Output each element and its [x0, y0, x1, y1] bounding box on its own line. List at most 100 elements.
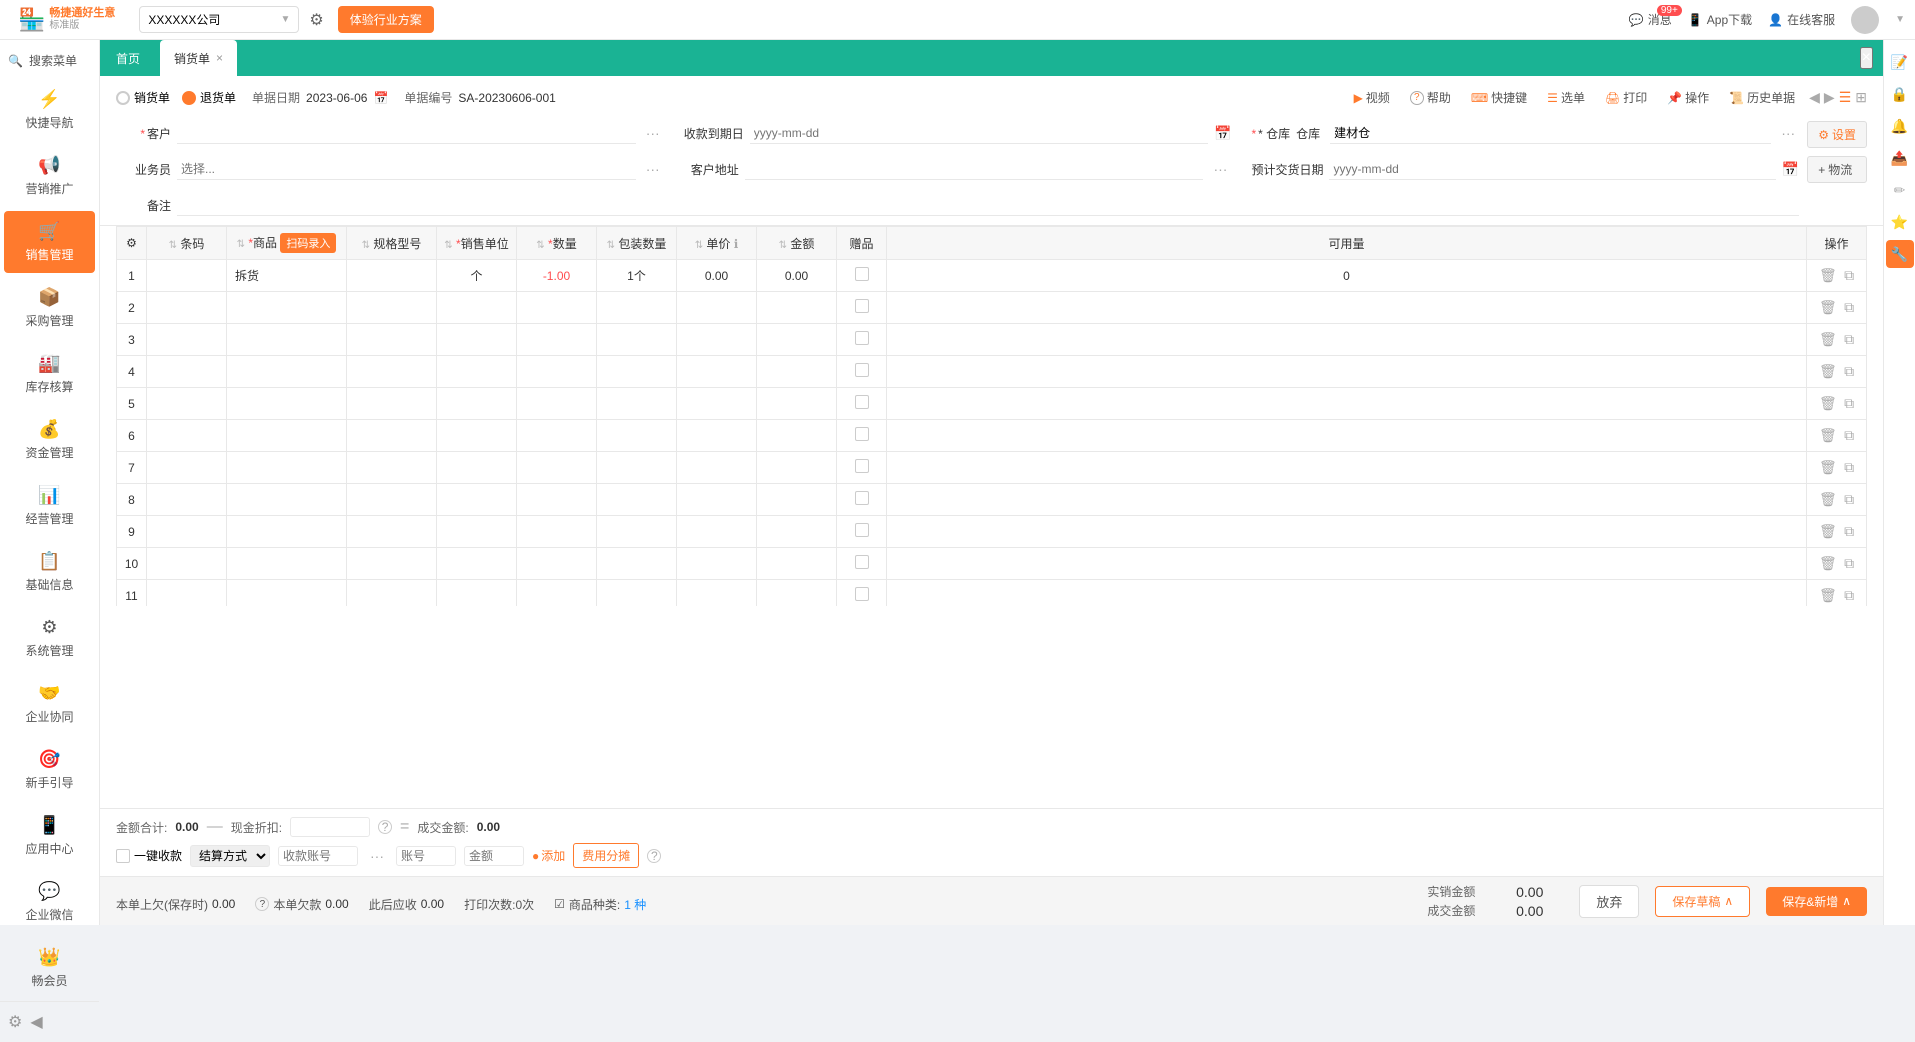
row-barcode-6[interactable] — [147, 452, 227, 484]
row-barcode-7[interactable] — [147, 484, 227, 516]
row-qty-4[interactable] — [517, 388, 597, 420]
row-qty-9[interactable] — [517, 548, 597, 580]
row-spec-9[interactable] — [347, 548, 437, 580]
row-gift-6[interactable] — [837, 452, 887, 484]
print-btn[interactable]: 🖨 打印 — [1599, 86, 1653, 109]
row-delete-btn-6[interactable]: 🗑 — [1817, 457, 1839, 478]
account-input[interactable] — [278, 846, 358, 866]
expense-btn[interactable]: 费用分摊 — [573, 843, 639, 868]
row-delete-btn-7[interactable]: 🗑 — [1817, 489, 1839, 510]
sidebar-item-guide[interactable]: 🎯 新手引导 — [4, 739, 95, 801]
return-radio[interactable]: 退货单 — [182, 89, 236, 106]
expense-help-icon[interactable]: ? — [647, 849, 661, 863]
sidebar-item-sales[interactable]: 🛒 销售管理 — [4, 211, 95, 273]
next-icon[interactable]: ▶ — [1824, 89, 1835, 106]
operation-btn[interactable]: 📌 操作 — [1661, 86, 1715, 109]
row-unit-price-1[interactable] — [677, 292, 757, 324]
right-panel-btn-5[interactable]: ✏ — [1886, 176, 1914, 204]
row-qty-5[interactable] — [517, 420, 597, 452]
row-qty-2[interactable] — [517, 324, 597, 356]
row-spec-8[interactable] — [347, 516, 437, 548]
add-btn[interactable]: ● 添加 — [532, 847, 565, 864]
history-btn[interactable]: 📜 历史单据 — [1723, 86, 1801, 109]
row-unit-price-5[interactable] — [677, 420, 757, 452]
row-delete-btn-0[interactable]: 🗑 — [1817, 265, 1839, 286]
video-btn[interactable]: ▶ 视频 — [1348, 86, 1396, 109]
row-barcode-9[interactable] — [147, 548, 227, 580]
company-selector[interactable]: XXXXXX公司 ▼ — [139, 6, 299, 33]
date-calendar-icon[interactable]: 📅 — [373, 91, 388, 105]
price-help-icon[interactable]: ℹ — [734, 237, 739, 251]
abandon-btn[interactable]: 放弃 — [1579, 885, 1639, 918]
row-copy-btn-2[interactable]: ⧉ — [1842, 329, 1856, 350]
row-delete-btn-4[interactable]: 🗑 — [1817, 393, 1839, 414]
settings-btn[interactable]: ⚙ — [305, 6, 327, 34]
settle-method-select[interactable]: 结算方式 — [190, 845, 270, 867]
row-barcode-3[interactable] — [147, 356, 227, 388]
sidebar-item-inventory[interactable]: 🏭 库存核算 — [4, 343, 95, 405]
row-spec-3[interactable] — [347, 356, 437, 388]
sidebar-settings-btn[interactable]: ⚙ — [8, 1012, 22, 1032]
row-spec-1[interactable] — [347, 292, 437, 324]
row-barcode-5[interactable] — [147, 420, 227, 452]
customer-addr-input[interactable] — [745, 159, 1204, 180]
salesperson-input[interactable] — [177, 159, 636, 180]
tab-home[interactable]: 首页 — [100, 40, 156, 76]
row-qty-7[interactable] — [517, 484, 597, 516]
row-barcode-0[interactable] — [147, 260, 227, 292]
grid-view-icon[interactable]: ⊞ — [1855, 89, 1867, 106]
row-gift-0[interactable] — [837, 260, 887, 292]
sale-radio[interactable]: 销货单 — [116, 89, 170, 106]
online-service-btn[interactable]: 👤 在线客服 — [1768, 11, 1835, 28]
avatar[interactable] — [1851, 6, 1879, 34]
sidebar-item-app-center[interactable]: 📱 应用中心 — [4, 805, 95, 867]
row-copy-btn-10[interactable]: ⧉ — [1842, 585, 1856, 606]
row-unit-price-3[interactable] — [677, 356, 757, 388]
sidebar-item-enterprise[interactable]: 🤝 企业协同 — [4, 673, 95, 735]
row-spec-10[interactable] — [347, 580, 437, 607]
row-unit-price-2[interactable] — [677, 324, 757, 356]
row-delete-btn-2[interactable]: 🗑 — [1817, 329, 1839, 350]
scan-btn[interactable]: 扫码录入 — [280, 233, 336, 253]
customer-dots-btn[interactable]: ··· — [642, 125, 664, 141]
sidebar-item-marketing[interactable]: 📢 营销推广 — [4, 145, 95, 207]
list-view-icon[interactable]: ☰ — [1839, 89, 1852, 106]
messages-btn[interactable]: 💬 消息 99+ — [1629, 11, 1672, 28]
addr-dots-btn[interactable]: ··· — [1209, 161, 1231, 177]
sidebar-item-member[interactable]: 👑 畅会员 — [4, 937, 95, 999]
tab-sale-order[interactable]: 销货单 × — [160, 40, 237, 76]
row-unit-price-0[interactable]: 0.00 — [677, 260, 757, 292]
account-dots-btn[interactable]: ··· — [366, 848, 388, 864]
row-copy-btn-8[interactable]: ⧉ — [1842, 521, 1856, 542]
help-btn[interactable]: ? 帮助 — [1404, 86, 1457, 109]
app-download-btn[interactable]: 📱 App下载 — [1688, 11, 1752, 28]
save-draft-btn[interactable]: 保存草稿 ∧ — [1655, 886, 1750, 917]
right-panel-btn-2[interactable]: 🔒 — [1886, 80, 1914, 108]
sidebar-item-finance[interactable]: 💰 资金管理 — [4, 409, 95, 471]
row-spec-4[interactable] — [347, 388, 437, 420]
sidebar-item-quick-nav[interactable]: ⚡ 快捷导航 — [4, 79, 95, 141]
sidebar-item-basic-info[interactable]: 📋 基础信息 — [4, 541, 95, 603]
row-spec-2[interactable] — [347, 324, 437, 356]
row-barcode-10[interactable] — [147, 580, 227, 607]
right-panel-btn-1[interactable]: 📝 — [1886, 48, 1914, 76]
row-gift-9[interactable] — [837, 548, 887, 580]
row-unit-price-4[interactable] — [677, 388, 757, 420]
row-gift-5[interactable] — [837, 420, 887, 452]
row-copy-btn-5[interactable]: ⧉ — [1842, 425, 1856, 446]
row-qty-0[interactable]: -1.00 — [517, 260, 597, 292]
row-delete-btn-8[interactable]: 🗑 — [1817, 521, 1839, 542]
row-copy-btn-9[interactable]: ⧉ — [1842, 553, 1856, 574]
expected-date-calendar-icon[interactable]: 📅 — [1782, 161, 1799, 178]
cash-discount-input[interactable] — [290, 817, 370, 837]
row-unit-price-8[interactable] — [677, 516, 757, 548]
row-qty-10[interactable] — [517, 580, 597, 607]
row-unit-price-6[interactable] — [677, 452, 757, 484]
amount-input[interactable] — [464, 846, 524, 866]
row-gift-1[interactable] — [837, 292, 887, 324]
warehouse-input[interactable] — [1330, 123, 1771, 144]
account-num-input[interactable] — [396, 846, 456, 866]
owe-total-icon[interactable]: ? — [255, 897, 269, 911]
row-gift-7[interactable] — [837, 484, 887, 516]
expected-date-input[interactable] — [1329, 159, 1775, 180]
